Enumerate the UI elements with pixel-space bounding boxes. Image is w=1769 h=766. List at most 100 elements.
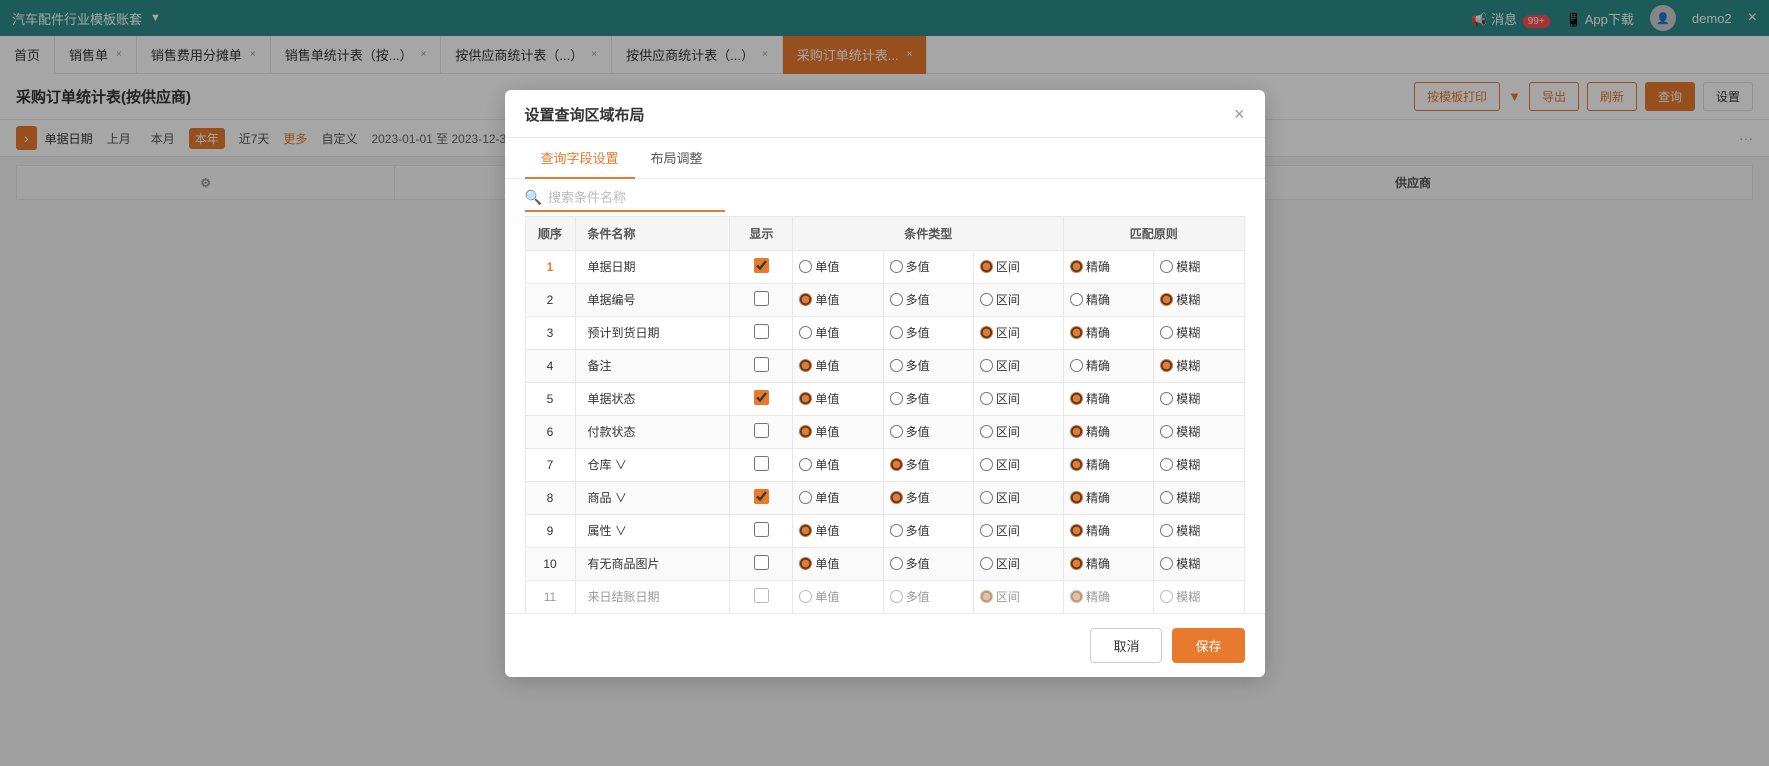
row-type-多值[interactable]: 多值: [883, 481, 973, 514]
display-checkbox[interactable]: [754, 423, 769, 438]
row-match-模糊[interactable]: 模糊: [1154, 349, 1244, 382]
row-type-单值[interactable]: 单值: [793, 382, 883, 415]
row-type-区间[interactable]: 区间: [973, 250, 1063, 283]
row-type-多值[interactable]: 多值: [883, 316, 973, 349]
row-order: 6: [525, 415, 575, 448]
row-type-单值[interactable]: 单值: [793, 448, 883, 481]
row-match-模糊[interactable]: 模糊: [1154, 580, 1244, 613]
row-match-模糊[interactable]: 模糊: [1154, 316, 1244, 349]
row-match-精确[interactable]: 精确: [1064, 415, 1154, 448]
row-type-多值[interactable]: 多值: [883, 349, 973, 382]
row-match-精确[interactable]: 精确: [1064, 316, 1154, 349]
row-display[interactable]: [730, 250, 793, 283]
row-display[interactable]: [730, 283, 793, 316]
search-input[interactable]: [548, 190, 725, 205]
th-order: 顺序: [525, 216, 575, 250]
row-match-精确[interactable]: 精确: [1064, 580, 1154, 613]
row-order: 7: [525, 448, 575, 481]
row-type-多值[interactable]: 多值: [883, 514, 973, 547]
row-type-区间[interactable]: 区间: [973, 481, 1063, 514]
row-display[interactable]: [730, 382, 793, 415]
dialog-table-wrap[interactable]: 顺序 条件名称 显示 条件类型 匹配原则 1单据日期单值多值区间精确模糊2单据编…: [505, 216, 1265, 613]
row-type-多值[interactable]: 多值: [883, 547, 973, 580]
display-checkbox[interactable]: [754, 522, 769, 537]
row-type-多值[interactable]: 多值: [883, 382, 973, 415]
row-display[interactable]: [730, 448, 793, 481]
dialog-body: 顺序 条件名称 显示 条件类型 匹配原则 1单据日期单值多值区间精确模糊2单据编…: [505, 216, 1265, 613]
row-type-区间[interactable]: 区间: [973, 283, 1063, 316]
row-name: 单据状态: [575, 382, 730, 415]
row-match-模糊[interactable]: 模糊: [1154, 382, 1244, 415]
modal-overlay: 设置查询区域布局 × 查询字段设置 布局调整 🔍: [0, 0, 1769, 766]
row-match-精确[interactable]: 精确: [1064, 448, 1154, 481]
row-match-模糊[interactable]: 模糊: [1154, 415, 1244, 448]
row-match-模糊[interactable]: 模糊: [1154, 283, 1244, 316]
row-type-单值[interactable]: 单值: [793, 415, 883, 448]
display-checkbox[interactable]: [754, 357, 769, 372]
row-type-单值[interactable]: 单值: [793, 481, 883, 514]
display-checkbox[interactable]: [754, 291, 769, 306]
row-display[interactable]: [730, 316, 793, 349]
row-type-单值[interactable]: 单值: [793, 283, 883, 316]
dialog-title: 设置查询区域布局: [525, 104, 645, 125]
th-name: 条件名称: [575, 216, 730, 250]
row-display[interactable]: [730, 415, 793, 448]
row-type-单值[interactable]: 单值: [793, 349, 883, 382]
cancel-button[interactable]: 取消: [1090, 628, 1162, 663]
row-type-多值[interactable]: 多值: [883, 250, 973, 283]
row-type-区间[interactable]: 区间: [973, 580, 1063, 613]
row-name: 仓库 ∨: [575, 448, 730, 481]
row-name: 备注: [575, 349, 730, 382]
dialog-tabs: 查询字段设置 布局调整: [505, 138, 1265, 179]
row-type-多值[interactable]: 多值: [883, 580, 973, 613]
row-type-区间[interactable]: 区间: [973, 547, 1063, 580]
row-type-单值[interactable]: 单值: [793, 547, 883, 580]
save-button[interactable]: 保存: [1172, 628, 1244, 663]
row-type-区间[interactable]: 区间: [973, 448, 1063, 481]
row-match-模糊[interactable]: 模糊: [1154, 514, 1244, 547]
row-match-精确[interactable]: 精确: [1064, 547, 1154, 580]
row-name: 属性 ∨: [575, 514, 730, 547]
row-match-精确[interactable]: 精确: [1064, 349, 1154, 382]
row-match-精确[interactable]: 精确: [1064, 250, 1154, 283]
row-match-精确[interactable]: 精确: [1064, 514, 1154, 547]
row-match-精确[interactable]: 精确: [1064, 481, 1154, 514]
row-order: 8: [525, 481, 575, 514]
row-type-区间[interactable]: 区间: [973, 382, 1063, 415]
row-name: 商品 ∨: [575, 481, 730, 514]
row-display[interactable]: [730, 349, 793, 382]
dialog-close-button[interactable]: ×: [1234, 105, 1245, 123]
row-type-多值[interactable]: 多值: [883, 448, 973, 481]
row-type-多值[interactable]: 多值: [883, 415, 973, 448]
row-match-模糊[interactable]: 模糊: [1154, 448, 1244, 481]
row-match-精确[interactable]: 精确: [1064, 283, 1154, 316]
row-display[interactable]: [730, 580, 793, 613]
row-display[interactable]: [730, 514, 793, 547]
row-type-区间[interactable]: 区间: [973, 415, 1063, 448]
row-match-精确[interactable]: 精确: [1064, 382, 1154, 415]
row-type-区间[interactable]: 区间: [973, 316, 1063, 349]
display-checkbox[interactable]: [754, 555, 769, 570]
row-match-模糊[interactable]: 模糊: [1154, 547, 1244, 580]
row-type-单值[interactable]: 单值: [793, 250, 883, 283]
display-checkbox[interactable]: [754, 489, 769, 504]
row-type-区间[interactable]: 区间: [973, 514, 1063, 547]
display-checkbox[interactable]: [754, 258, 769, 273]
row-type-单值[interactable]: 单值: [793, 580, 883, 613]
display-checkbox[interactable]: [754, 588, 769, 603]
dialog-search: 🔍: [505, 179, 1265, 216]
row-type-多值[interactable]: 多值: [883, 283, 973, 316]
display-checkbox[interactable]: [754, 324, 769, 339]
row-match-模糊[interactable]: 模糊: [1154, 250, 1244, 283]
row-display[interactable]: [730, 547, 793, 580]
dialog-tab-layout[interactable]: 布局调整: [635, 138, 719, 179]
row-type-单值[interactable]: 单值: [793, 316, 883, 349]
row-match-模糊[interactable]: 模糊: [1154, 481, 1244, 514]
row-order: 4: [525, 349, 575, 382]
display-checkbox[interactable]: [754, 456, 769, 471]
row-type-区间[interactable]: 区间: [973, 349, 1063, 382]
row-type-单值[interactable]: 单值: [793, 514, 883, 547]
row-display[interactable]: [730, 481, 793, 514]
dialog-tab-fields[interactable]: 查询字段设置: [525, 138, 635, 179]
display-checkbox[interactable]: [754, 390, 769, 405]
